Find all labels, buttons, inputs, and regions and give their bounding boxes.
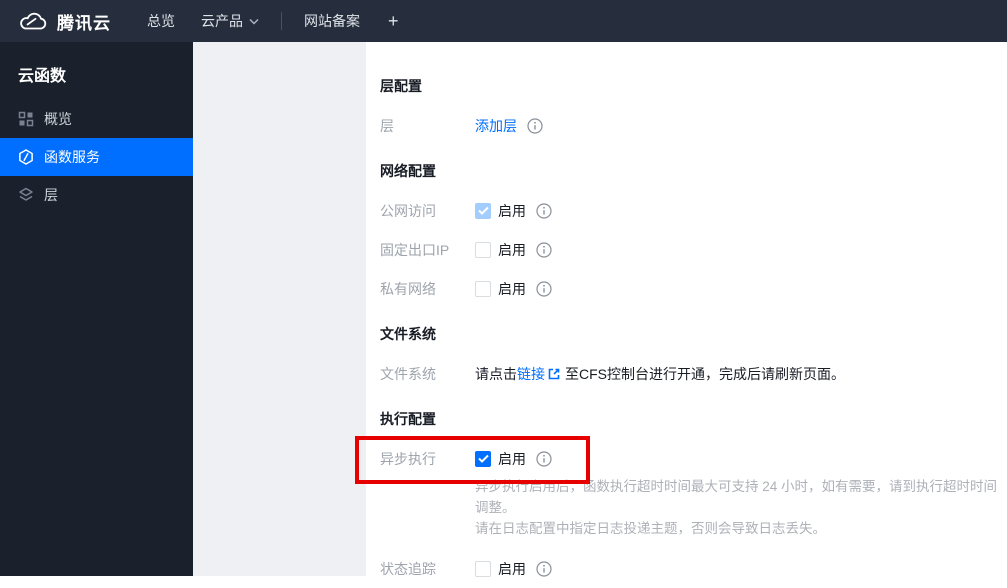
sidebar-item-label: 层 <box>44 187 58 203</box>
section-title-layer-config: 层配置 <box>380 78 422 94</box>
info-icon[interactable] <box>536 560 552 577</box>
fixed-ip-checkbox[interactable] <box>475 241 491 258</box>
add-layer-link[interactable]: 添加层 <box>475 116 517 136</box>
sidebar-item-label: 函数服务 <box>44 149 100 165</box>
enable-label: 启用 <box>498 241 526 258</box>
sidebar-item-label: 概览 <box>44 111 72 127</box>
sidebar-item-function-service[interactable]: 函数服务 <box>0 138 193 176</box>
form-row-async-execution: 异步执行 启用 <box>380 439 1007 478</box>
sidebar-item-overview[interactable]: 概览 <box>0 100 193 138</box>
info-icon[interactable] <box>527 117 543 134</box>
left-sidebar: 云函数 概览 函数服务 层 <box>0 42 193 576</box>
cfs-console-link[interactable]: 链接 <box>517 364 545 384</box>
row-label: 异步执行 <box>380 450 436 467</box>
layers-icon <box>18 187 34 203</box>
info-icon[interactable] <box>536 450 552 467</box>
nav-divider <box>281 12 282 30</box>
enable-label: 启用 <box>498 202 526 219</box>
async-execution-helper-text: 异步执行启用后，函数执行超时时间最大可支持 24 小时，如有需要，请到执行超时时… <box>475 476 1000 539</box>
section-title-file-system: 文件系统 <box>380 326 436 342</box>
form-row-file-system: 文件系统 请点击 链接 至CFS控制台进行开通，完成后请刷新页面。 <box>380 354 1007 393</box>
row-label: 私有网络 <box>380 280 436 297</box>
external-link-icon[interactable] <box>547 367 561 381</box>
fs-text-after: 至CFS控制台进行开通，完成后请刷新页面。 <box>565 365 845 382</box>
info-icon[interactable] <box>536 241 552 258</box>
sidebar-title: 云函数 <box>18 68 67 85</box>
info-icon[interactable] <box>536 202 552 219</box>
form-row-layer: 层 添加层 <box>380 106 1007 145</box>
section-title-execution-config: 执行配置 <box>380 411 436 427</box>
nav-item-cloud-products[interactable]: 云产品 <box>201 11 259 31</box>
secondary-panel <box>193 42 366 576</box>
top-navbar: 腾讯云 总览 云产品 网站备案 + <box>0 0 1007 42</box>
form-row-vpc: 私有网络 启用 <box>380 269 1007 308</box>
sidebar-item-layers[interactable]: 层 <box>0 176 193 214</box>
form-row-public-access: 公网访问 启用 <box>380 191 1007 230</box>
brand[interactable]: 腾讯云 <box>18 9 111 34</box>
helper-line-2: 请在日志配置中指定日志投递主题，否则会导致日志丢失。 <box>475 521 826 536</box>
enable-label: 启用 <box>498 280 526 297</box>
row-label: 固定出口IP <box>380 241 450 258</box>
form-row-fixed-ip: 固定出口IP 启用 <box>380 230 1007 269</box>
settings-content: 层配置 层 添加层 网络配置 公网访问 启用 固定出口IP 启用 私有网络 启用… <box>366 42 1007 577</box>
vpc-checkbox[interactable] <box>475 280 491 297</box>
async-execution-checkbox[interactable] <box>475 450 491 467</box>
status-trace-checkbox[interactable] <box>475 560 491 577</box>
nav-add-tab-button[interactable]: + <box>388 11 399 32</box>
row-label: 文件系统 <box>380 365 436 382</box>
grid-icon <box>18 111 34 127</box>
helper-line-1: 异步执行启用后，函数执行超时时间最大可支持 24 小时，如有需要，请到执行超时时… <box>475 479 998 515</box>
form-row-status-trace: 状态追踪 启用 <box>380 549 1007 588</box>
enable-label: 启用 <box>498 450 526 467</box>
nav-item-overview[interactable]: 总览 <box>147 11 175 31</box>
section-title-network-config: 网络配置 <box>380 163 436 179</box>
row-label: 公网访问 <box>380 202 436 219</box>
info-icon[interactable] <box>536 280 552 297</box>
nav-item-website-icp[interactable]: 网站备案 <box>304 11 360 31</box>
function-icon <box>18 149 34 165</box>
brand-name: 腾讯云 <box>57 13 111 33</box>
public-access-checkbox[interactable] <box>475 202 491 219</box>
row-label: 层 <box>380 117 394 134</box>
chevron-down-icon <box>249 18 259 25</box>
tencent-cloud-logo-icon <box>18 9 50 33</box>
fs-text-before: 请点击 <box>475 365 517 382</box>
